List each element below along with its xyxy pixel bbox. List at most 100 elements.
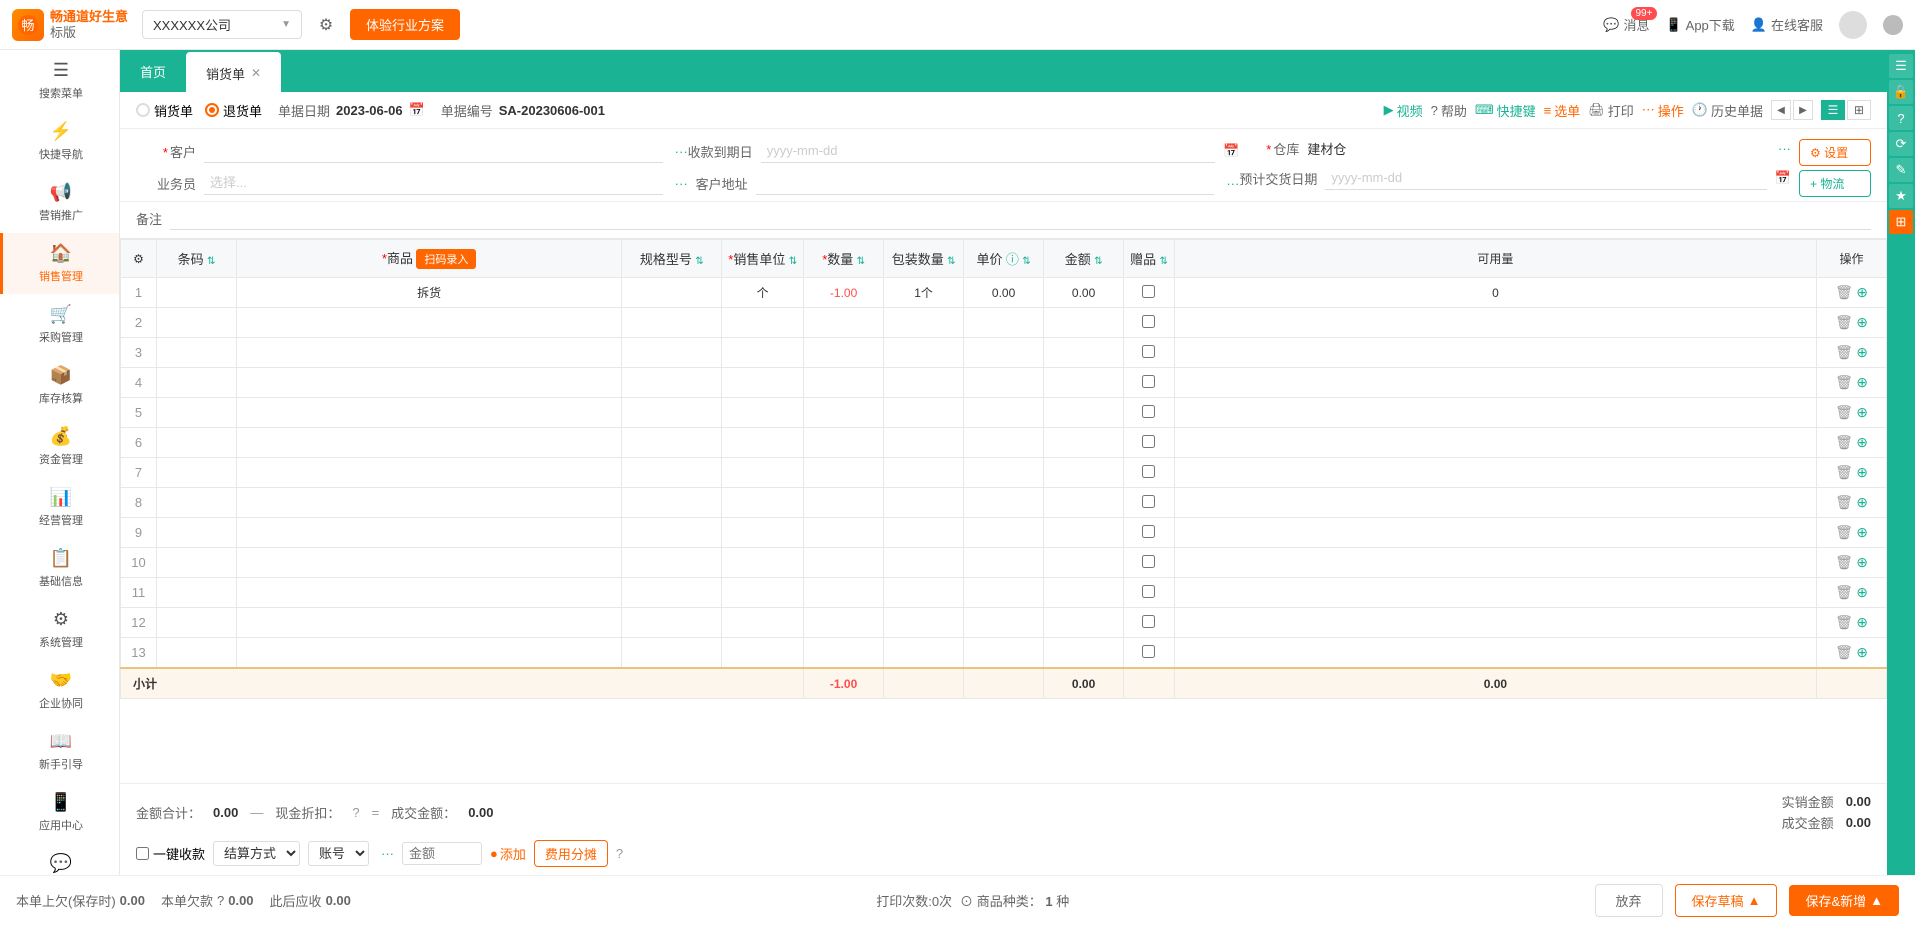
gift-checkbox[interactable] bbox=[1142, 525, 1155, 538]
due-date-calendar-icon[interactable]: 📅 bbox=[1223, 143, 1239, 159]
due-date-input[interactable] bbox=[761, 139, 1215, 163]
discount-info-icon[interactable]: ? bbox=[352, 805, 359, 820]
expected-date-calendar-icon[interactable]: 📅 bbox=[1775, 170, 1791, 186]
operation-button[interactable]: ⋯ 操作 bbox=[1642, 101, 1684, 120]
delete-row-icon[interactable]: 🗑 bbox=[1835, 284, 1853, 300]
sidebar-item-purchase[interactable]: 🛒 采购管理 bbox=[0, 294, 119, 355]
copy-row-icon[interactable]: ⊕ bbox=[1856, 614, 1868, 630]
gift-checkbox[interactable] bbox=[1142, 345, 1155, 358]
print-button[interactable]: 🖨 打印 bbox=[1588, 101, 1634, 120]
select-button[interactable]: ≡ 选单 bbox=[1544, 101, 1581, 120]
gift-checkbox[interactable] bbox=[1142, 555, 1155, 568]
sidebar-item-sales[interactable]: 🏠 销售管理 bbox=[0, 233, 119, 294]
right-sidebar-btn-6[interactable]: ★ bbox=[1889, 184, 1913, 208]
sort-packqty-icon[interactable]: ⇅ bbox=[947, 256, 955, 267]
sidebar-item-wechat[interactable]: 💬 企业微信 bbox=[0, 843, 119, 875]
one-click-pay-checkbox[interactable]: 一键收款 bbox=[136, 844, 205, 863]
nav-prev[interactable]: ◀ bbox=[1771, 100, 1791, 120]
nav-next[interactable]: ▶ bbox=[1793, 100, 1813, 120]
delete-row-icon[interactable]: 🗑 bbox=[1835, 404, 1853, 420]
form-settings-button[interactable]: ⚙ 设置 bbox=[1799, 139, 1871, 166]
history-button[interactable]: 🕐 历史单据 bbox=[1692, 101, 1763, 120]
view-list-button[interactable]: ☰ bbox=[1821, 100, 1845, 120]
remarks-input[interactable] bbox=[170, 206, 1871, 230]
delete-row-icon[interactable]: 🗑 bbox=[1835, 434, 1853, 450]
copy-row-icon[interactable]: ⊕ bbox=[1856, 464, 1868, 480]
save-new-button[interactable]: 保存&新增 ▲ bbox=[1789, 885, 1899, 916]
tab-sales-order[interactable]: 销货单 ✕ bbox=[186, 52, 281, 94]
sidebar-item-quick-nav[interactable]: ⚡ 快捷导航 bbox=[0, 111, 119, 172]
right-sidebar-btn-2[interactable]: 🔒 bbox=[1889, 80, 1913, 104]
add-payment-button[interactable]: ● 添加 bbox=[490, 844, 526, 863]
delete-row-icon[interactable]: 🗑 bbox=[1835, 644, 1853, 660]
info-icon[interactable]: ⓘ bbox=[1006, 252, 1019, 267]
calendar-icon[interactable]: 📅 bbox=[409, 102, 425, 118]
delete-row-icon[interactable]: 🗑 bbox=[1835, 374, 1853, 390]
copy-row-icon[interactable]: ⊕ bbox=[1856, 434, 1868, 450]
right-sidebar-btn-3[interactable]: ? bbox=[1889, 106, 1913, 130]
sort-gift-icon[interactable]: ⇅ bbox=[1159, 256, 1167, 267]
copy-row-icon[interactable]: ⊕ bbox=[1856, 644, 1868, 660]
one-click-pay-check[interactable] bbox=[136, 847, 149, 860]
sidebar-item-system[interactable]: ⚙ 系统管理 bbox=[0, 599, 119, 660]
expected-date-input[interactable] bbox=[1325, 166, 1766, 190]
account-dots[interactable]: ··· bbox=[381, 846, 394, 861]
amount-input[interactable] bbox=[402, 842, 482, 865]
sort-amount-icon[interactable]: ⇅ bbox=[1094, 256, 1102, 267]
gift-checkbox[interactable] bbox=[1142, 285, 1155, 298]
gift-checkbox[interactable] bbox=[1142, 405, 1155, 418]
sort-barcode-icon[interactable]: ⇅ bbox=[207, 256, 215, 267]
gift-checkbox[interactable] bbox=[1142, 615, 1155, 628]
customer-input[interactable] bbox=[204, 139, 663, 163]
right-sidebar-btn-7[interactable]: ⊞ bbox=[1889, 210, 1913, 234]
company-selector[interactable]: XXXXXX公司 ▼ bbox=[142, 10, 302, 39]
sidebar-item-guide[interactable]: 📖 新手引导 bbox=[0, 721, 119, 782]
copy-row-icon[interactable]: ⊕ bbox=[1856, 554, 1868, 570]
customer-dots[interactable]: ··· bbox=[675, 144, 688, 159]
expense-help-icon[interactable]: ? bbox=[616, 846, 623, 861]
help-button[interactable]: ? 帮助 bbox=[1431, 101, 1467, 120]
sort-unit-icon[interactable]: ⇅ bbox=[789, 256, 797, 267]
sidebar-item-enterprise[interactable]: 🤝 企业协同 bbox=[0, 660, 119, 721]
video-button[interactable]: ▶ 视频 bbox=[1384, 101, 1423, 120]
app-download-button[interactable]: 📱 App下载 bbox=[1665, 15, 1734, 34]
gift-checkbox[interactable] bbox=[1142, 375, 1155, 388]
col-settings[interactable]: ⚙ bbox=[121, 240, 157, 278]
gift-checkbox[interactable] bbox=[1142, 585, 1155, 598]
copy-row-icon[interactable]: ⊕ bbox=[1856, 404, 1868, 420]
right-sidebar-btn-5[interactable]: ✎ bbox=[1889, 158, 1913, 182]
copy-row-icon[interactable]: ⊕ bbox=[1856, 374, 1868, 390]
online-service-button[interactable]: 👤 在线客服 bbox=[1751, 15, 1823, 34]
gift-checkbox[interactable] bbox=[1142, 645, 1155, 658]
sidebar-item-app-center[interactable]: 📱 应用中心 bbox=[0, 782, 119, 843]
sidebar-item-search-order[interactable]: ☰ 搜索菜单 bbox=[0, 50, 119, 111]
logistics-button[interactable]: + 物流 bbox=[1799, 170, 1871, 197]
copy-row-icon[interactable]: ⊕ bbox=[1856, 524, 1868, 540]
save-draft-button[interactable]: 保存草稿 ▲ bbox=[1675, 884, 1778, 917]
view-grid-button[interactable]: ⊞ bbox=[1847, 100, 1871, 120]
copy-row-icon[interactable]: ⊕ bbox=[1856, 314, 1868, 330]
expense-split-button[interactable]: 费用分摊 bbox=[534, 840, 608, 867]
sort-spec-icon[interactable]: ⇅ bbox=[695, 256, 703, 267]
copy-row-icon[interactable]: ⊕ bbox=[1856, 284, 1868, 300]
product-type-icon[interactable]: ⊙ bbox=[960, 894, 973, 909]
radio-sales-order[interactable]: 销货单 bbox=[136, 101, 193, 120]
sidebar-item-basic-info[interactable]: 📋 基础信息 bbox=[0, 538, 119, 599]
address-dots[interactable]: ··· bbox=[1226, 176, 1239, 191]
warehouse-dots[interactable]: ··· bbox=[1778, 141, 1791, 156]
customer-address-input[interactable] bbox=[756, 171, 1215, 195]
copy-row-icon[interactable]: ⊕ bbox=[1856, 344, 1868, 360]
gift-checkbox[interactable] bbox=[1142, 495, 1155, 508]
sort-price-icon[interactable]: ⇅ bbox=[1022, 256, 1030, 267]
sort-qty-icon[interactable]: ⇅ bbox=[857, 256, 865, 267]
copy-row-icon[interactable]: ⊕ bbox=[1856, 494, 1868, 510]
salesperson-input[interactable] bbox=[204, 171, 663, 195]
delete-row-icon[interactable]: 🗑 bbox=[1835, 494, 1853, 510]
sidebar-item-finance[interactable]: 💰 资金管理 bbox=[0, 416, 119, 477]
shortcut-button[interactable]: ⌨ 快捷键 bbox=[1475, 101, 1536, 120]
delete-row-icon[interactable]: 🗑 bbox=[1835, 464, 1853, 480]
pay-method-select[interactable]: 结算方式 bbox=[213, 841, 300, 866]
gift-checkbox[interactable] bbox=[1142, 435, 1155, 448]
delete-row-icon[interactable]: 🗑 bbox=[1835, 584, 1853, 600]
delete-row-icon[interactable]: 🗑 bbox=[1835, 554, 1853, 570]
